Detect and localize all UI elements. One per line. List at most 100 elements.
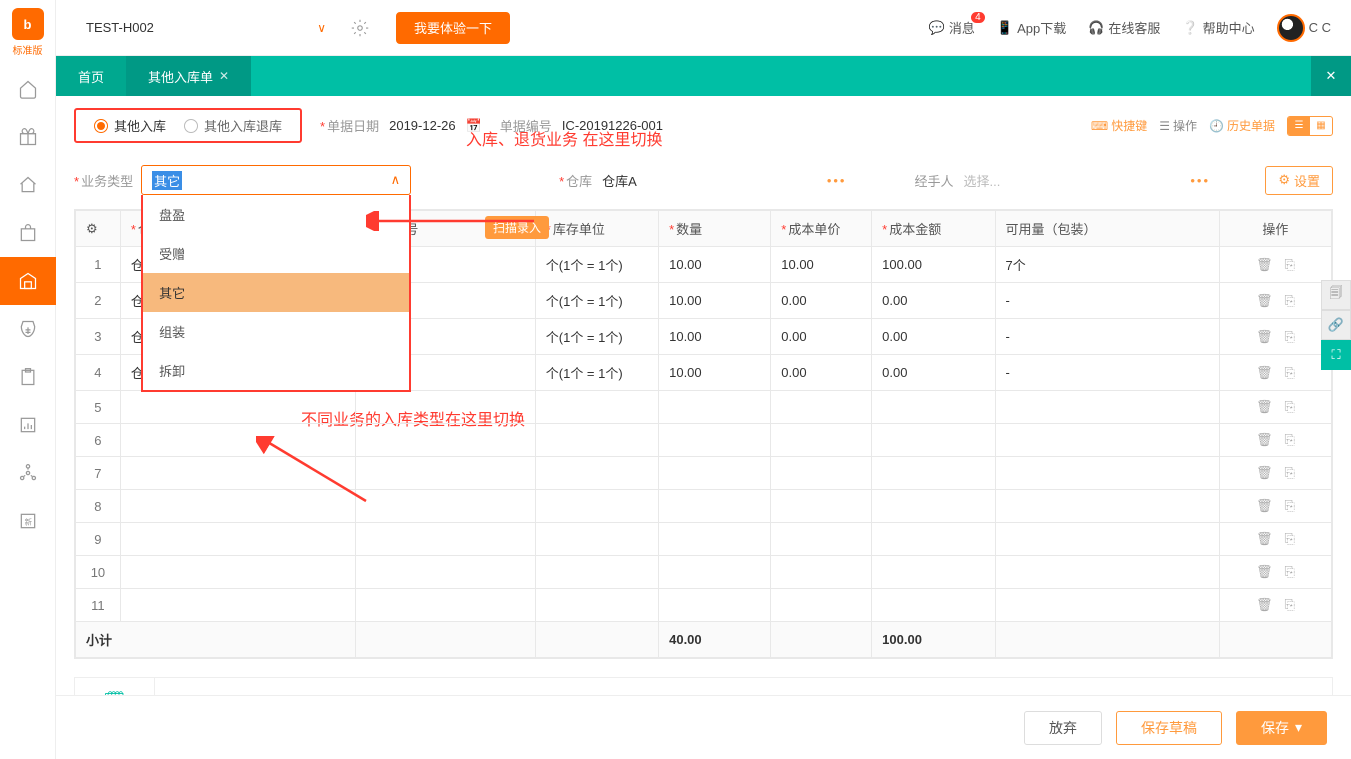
delete-icon[interactable]: 🗑: [1256, 564, 1273, 580]
warehouse-value[interactable]: 仓库A: [602, 171, 637, 190]
messages-badge: 4: [971, 12, 985, 23]
chevron-up-icon: ∧: [391, 172, 401, 188]
shortcut-link[interactable]: ⌨快捷键: [1091, 117, 1147, 134]
subtotal-qty: 40.00: [659, 622, 771, 658]
view-grid-icon[interactable]: ▦: [1310, 117, 1332, 135]
tab-other-inbound[interactable]: 其他入库单 ✕: [126, 56, 251, 96]
nav-new[interactable]: 新: [0, 497, 56, 545]
table-row[interactable]: 7 🗑⎘: [76, 457, 1332, 490]
float-link-icon[interactable]: 🔗: [1321, 310, 1351, 340]
copy-icon[interactable]: ⎘: [1284, 564, 1294, 580]
company-selector[interactable]: TEST-H002 ∨: [76, 12, 336, 44]
radio-other-inbound-return[interactable]: 其他入库退库: [184, 116, 282, 135]
save-button[interactable]: 保存▾: [1236, 711, 1327, 745]
calendar-icon[interactable]: 📅: [466, 118, 482, 134]
table-row[interactable]: 11 🗑⎘: [76, 589, 1332, 622]
dropdown-item[interactable]: 其它: [143, 273, 409, 312]
delete-icon[interactable]: 🗑: [1256, 597, 1273, 613]
discard-button[interactable]: 放弃: [1024, 711, 1102, 745]
nav-gift[interactable]: [0, 113, 56, 161]
save-draft-button[interactable]: 保存草稿: [1116, 711, 1222, 745]
table-row[interactable]: 9 🗑⎘: [76, 523, 1332, 556]
delete-icon[interactable]: 🗑: [1256, 293, 1273, 309]
scan-input-button[interactable]: 扫描录入: [485, 216, 549, 239]
col-available: 可用量（包装）: [995, 211, 1219, 247]
top-header: TEST-H002 ∨ 我要体验一下 💬 消息 4 📱App下载 🎧在线客服 ❔…: [56, 0, 1351, 56]
delete-icon[interactable]: 🗑: [1256, 399, 1273, 415]
table-settings-icon[interactable]: ⚙: [76, 211, 121, 247]
copy-icon[interactable]: ⎘: [1284, 465, 1294, 481]
history-icon: 🕘: [1209, 119, 1224, 133]
tab-home[interactable]: 首页: [56, 56, 126, 96]
menu-icon: ☰: [1159, 119, 1170, 133]
delete-icon[interactable]: 🗑: [1256, 531, 1273, 547]
dropdown-item[interactable]: 拆卸: [143, 351, 409, 390]
subtotal-label: 小计: [76, 622, 356, 658]
close-all-tabs[interactable]: ✕: [1311, 56, 1351, 96]
dropdown-item[interactable]: 盘盈: [143, 195, 409, 234]
help-center-link[interactable]: ❔帮助中心: [1182, 18, 1254, 37]
copy-icon[interactable]: ⎘: [1284, 365, 1294, 381]
history-link[interactable]: 🕘历史单据: [1209, 117, 1275, 134]
nav-home[interactable]: [0, 65, 56, 113]
handler-more-icon[interactable]: •••: [1190, 173, 1210, 188]
doc-no-field: 单据编号 IC-20191226-001: [500, 116, 663, 135]
logo-label: 标准版: [13, 42, 43, 57]
nav-report[interactable]: [0, 401, 56, 449]
nav-clipboard[interactable]: [0, 353, 56, 401]
float-expand-icon[interactable]: ⛶: [1321, 340, 1351, 370]
radio-other-inbound[interactable]: 其他入库: [94, 116, 166, 135]
settings-icon[interactable]: [344, 12, 376, 44]
remarks-input[interactable]: [155, 678, 1332, 695]
warehouse-more-icon[interactable]: •••: [827, 173, 847, 188]
nav-warehouse[interactable]: [0, 257, 56, 305]
help-icon: ❔: [1182, 20, 1198, 36]
user-menu[interactable]: C C: [1277, 14, 1331, 42]
chevron-down-icon: ∨: [317, 21, 326, 35]
view-list-icon[interactable]: ☰: [1288, 117, 1310, 135]
copy-icon[interactable]: ⎘: [1284, 597, 1294, 613]
delete-icon[interactable]: 🗑: [1256, 498, 1273, 514]
table-row[interactable]: 8 🗑⎘: [76, 490, 1332, 523]
svg-text:新: 新: [24, 516, 32, 526]
operate-link[interactable]: ☰操作: [1159, 117, 1197, 134]
copy-icon[interactable]: ⎘: [1284, 257, 1294, 273]
radio-dot-icon: [94, 119, 108, 133]
dropdown-item[interactable]: 受赠: [143, 234, 409, 273]
nav-house[interactable]: [0, 161, 56, 209]
close-icon[interactable]: ✕: [219, 69, 229, 83]
biz-type-select[interactable]: 其它 ∧: [141, 165, 411, 195]
table-row[interactable]: 5 🗑⎘: [76, 391, 1332, 424]
copy-icon[interactable]: ⎘: [1284, 498, 1294, 514]
headset-icon: 🎧: [1088, 20, 1104, 36]
view-toggle[interactable]: ☰ ▦: [1287, 116, 1333, 136]
table-row[interactable]: 6 🗑⎘: [76, 424, 1332, 457]
nav-money[interactable]: [0, 305, 56, 353]
nav-bag[interactable]: [0, 209, 56, 257]
delete-icon[interactable]: 🗑: [1256, 365, 1273, 381]
copy-icon[interactable]: ⎘: [1284, 293, 1294, 309]
float-note-icon[interactable]: 🗐: [1321, 280, 1351, 310]
radio-dot-icon: [184, 119, 198, 133]
handler-select[interactable]: 选择...: [964, 171, 1001, 190]
delete-icon[interactable]: 🗑: [1256, 329, 1273, 345]
copy-icon[interactable]: ⎘: [1284, 399, 1294, 415]
online-service-link[interactable]: 🎧在线客服: [1088, 18, 1160, 37]
keyboard-icon: ⌨: [1091, 119, 1108, 133]
delete-icon[interactable]: 🗑: [1256, 257, 1273, 273]
dropdown-item[interactable]: 组装: [143, 312, 409, 351]
delete-icon[interactable]: 🗑: [1256, 432, 1273, 448]
nav-app[interactable]: [0, 449, 56, 497]
messages-link[interactable]: 💬 消息 4: [929, 18, 975, 37]
copy-icon[interactable]: ⎘: [1284, 329, 1294, 345]
copy-icon[interactable]: ⎘: [1284, 531, 1294, 547]
business-mode-radio-group: 其他入库 其他入库退库: [74, 108, 302, 143]
settings-button[interactable]: ⚙ 设置: [1265, 166, 1333, 195]
table-row[interactable]: 10 🗑⎘: [76, 556, 1332, 589]
copy-icon[interactable]: ⎘: [1284, 432, 1294, 448]
col-unit: 库存单位: [535, 211, 658, 247]
try-button[interactable]: 我要体验一下: [396, 12, 510, 44]
delete-icon[interactable]: 🗑: [1256, 465, 1273, 481]
left-sidebar: b 标准版 新: [0, 0, 56, 759]
app-download-link[interactable]: 📱App下载: [997, 18, 1066, 37]
